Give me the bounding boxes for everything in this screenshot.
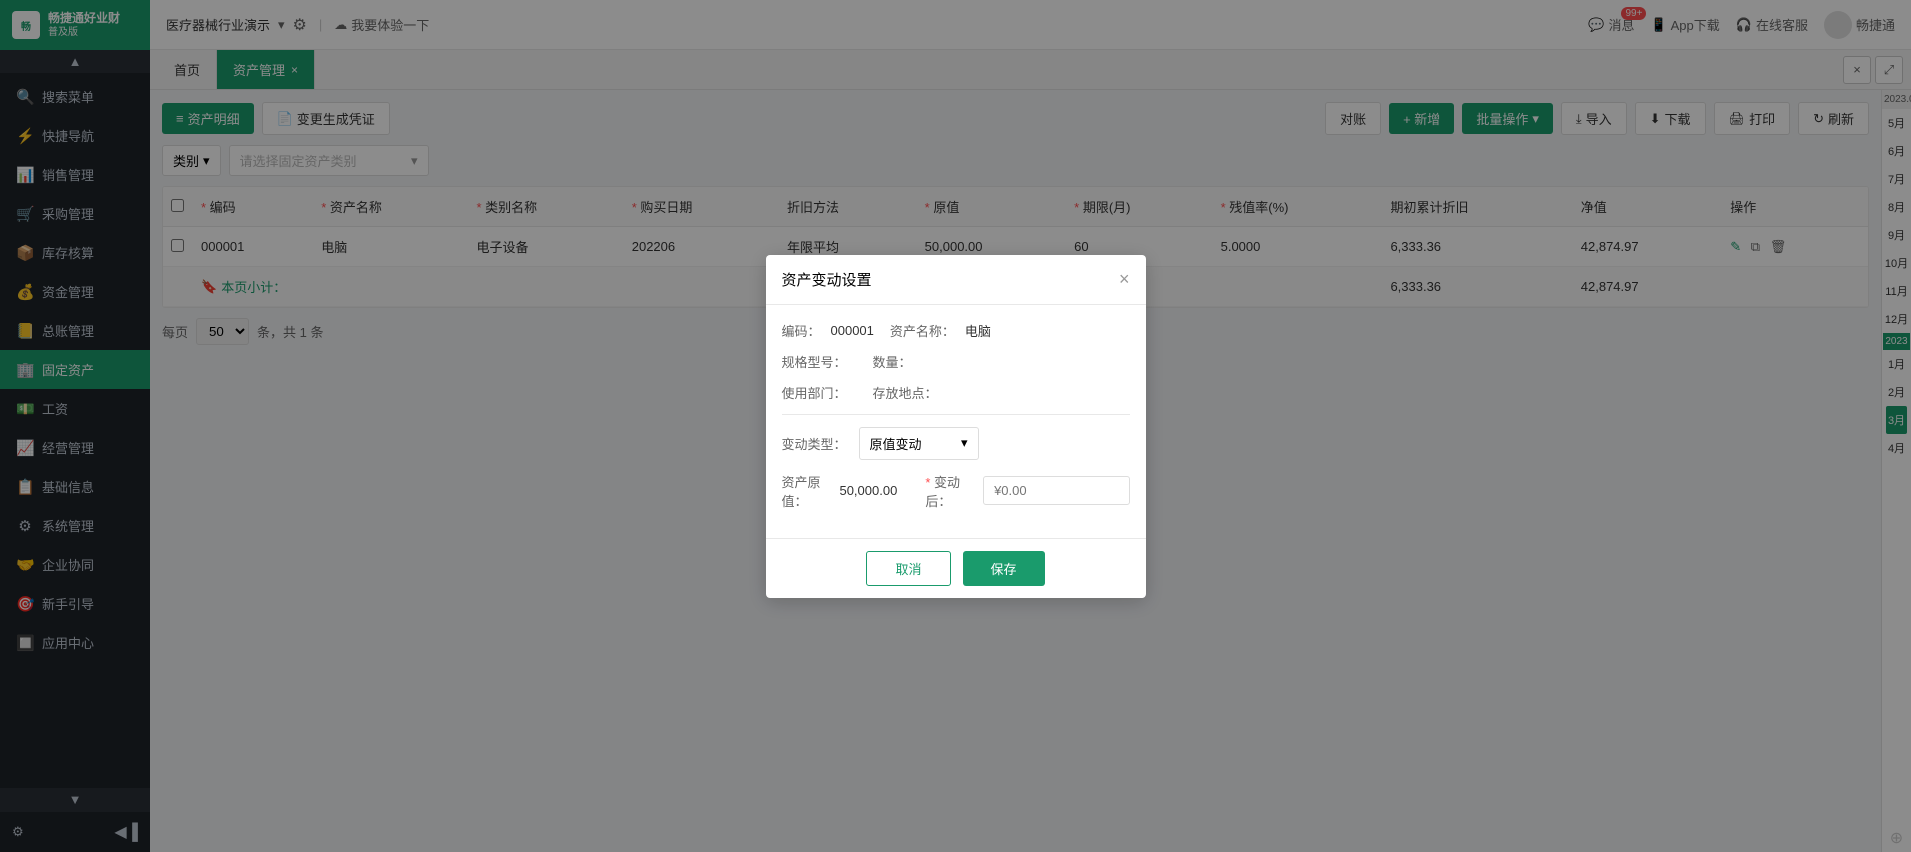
dialog-divider bbox=[782, 414, 1130, 415]
dialog-code-field: 编码： 000001 bbox=[782, 321, 874, 340]
dialog-assetname-field: 资产名称： 电脑 bbox=[890, 321, 991, 340]
asset-original-label: 资产原值： bbox=[782, 472, 828, 510]
after-change-input[interactable] bbox=[983, 476, 1129, 505]
dialog-close-button[interactable]: × bbox=[1119, 269, 1130, 290]
dialog-body: 编码： 000001 资产名称： 电脑 规格型号： 数量： bbox=[766, 305, 1146, 538]
modal-overlay: 资产变动设置 × 编码： 000001 资产名称： 电脑 规格型号： bbox=[0, 0, 1911, 852]
save-button[interactable]: 保存 bbox=[963, 551, 1045, 586]
asset-change-dialog: 资产变动设置 × 编码： 000001 资产名称： 电脑 规格型号： bbox=[766, 255, 1146, 598]
asset-name-value: 电脑 bbox=[965, 321, 991, 340]
dialog-row-3: 使用部门： 存放地点： bbox=[782, 383, 1130, 402]
dialog-quantity-field: 数量： bbox=[873, 352, 922, 371]
asset-name-label: 资产名称： bbox=[890, 321, 955, 340]
change-type-label: 变动类型： bbox=[782, 434, 847, 453]
dialog-value-row: 资产原值： 50,000.00 * 变动后： bbox=[782, 472, 1130, 510]
location-label: 存放地点： bbox=[873, 383, 938, 402]
dialog-row-1: 编码： 000001 资产名称： 电脑 bbox=[782, 321, 1130, 340]
dialog-department-field: 使用部门： bbox=[782, 383, 857, 402]
cancel-button[interactable]: 取消 bbox=[866, 551, 950, 586]
dialog-row-2: 规格型号： 数量： bbox=[782, 352, 1130, 371]
dialog-title: 资产变动设置 bbox=[782, 269, 872, 290]
dialog-footer: 取消 保存 bbox=[766, 538, 1146, 598]
code-value: 000001 bbox=[831, 323, 874, 338]
code-label: 编码： bbox=[782, 321, 821, 340]
dialog-spec-field: 规格型号： bbox=[782, 352, 857, 371]
asset-original-value: 50,000.00 bbox=[839, 483, 897, 498]
dialog-header: 资产变动设置 × bbox=[766, 255, 1146, 305]
select-dropdown-icon: ▾ bbox=[961, 435, 968, 451]
spec-label: 规格型号： bbox=[782, 352, 847, 371]
change-type-select[interactable]: 原值变动 ▾ bbox=[859, 427, 979, 460]
dialog-location-field: 存放地点： bbox=[873, 383, 948, 402]
after-change-label: 变动后： bbox=[925, 475, 960, 509]
required-mark: * bbox=[925, 475, 930, 490]
dialog-change-type-row: 变动类型： 原值变动 ▾ bbox=[782, 427, 1130, 460]
quantity-label: 数量： bbox=[873, 352, 912, 371]
department-label: 使用部门： bbox=[782, 383, 847, 402]
